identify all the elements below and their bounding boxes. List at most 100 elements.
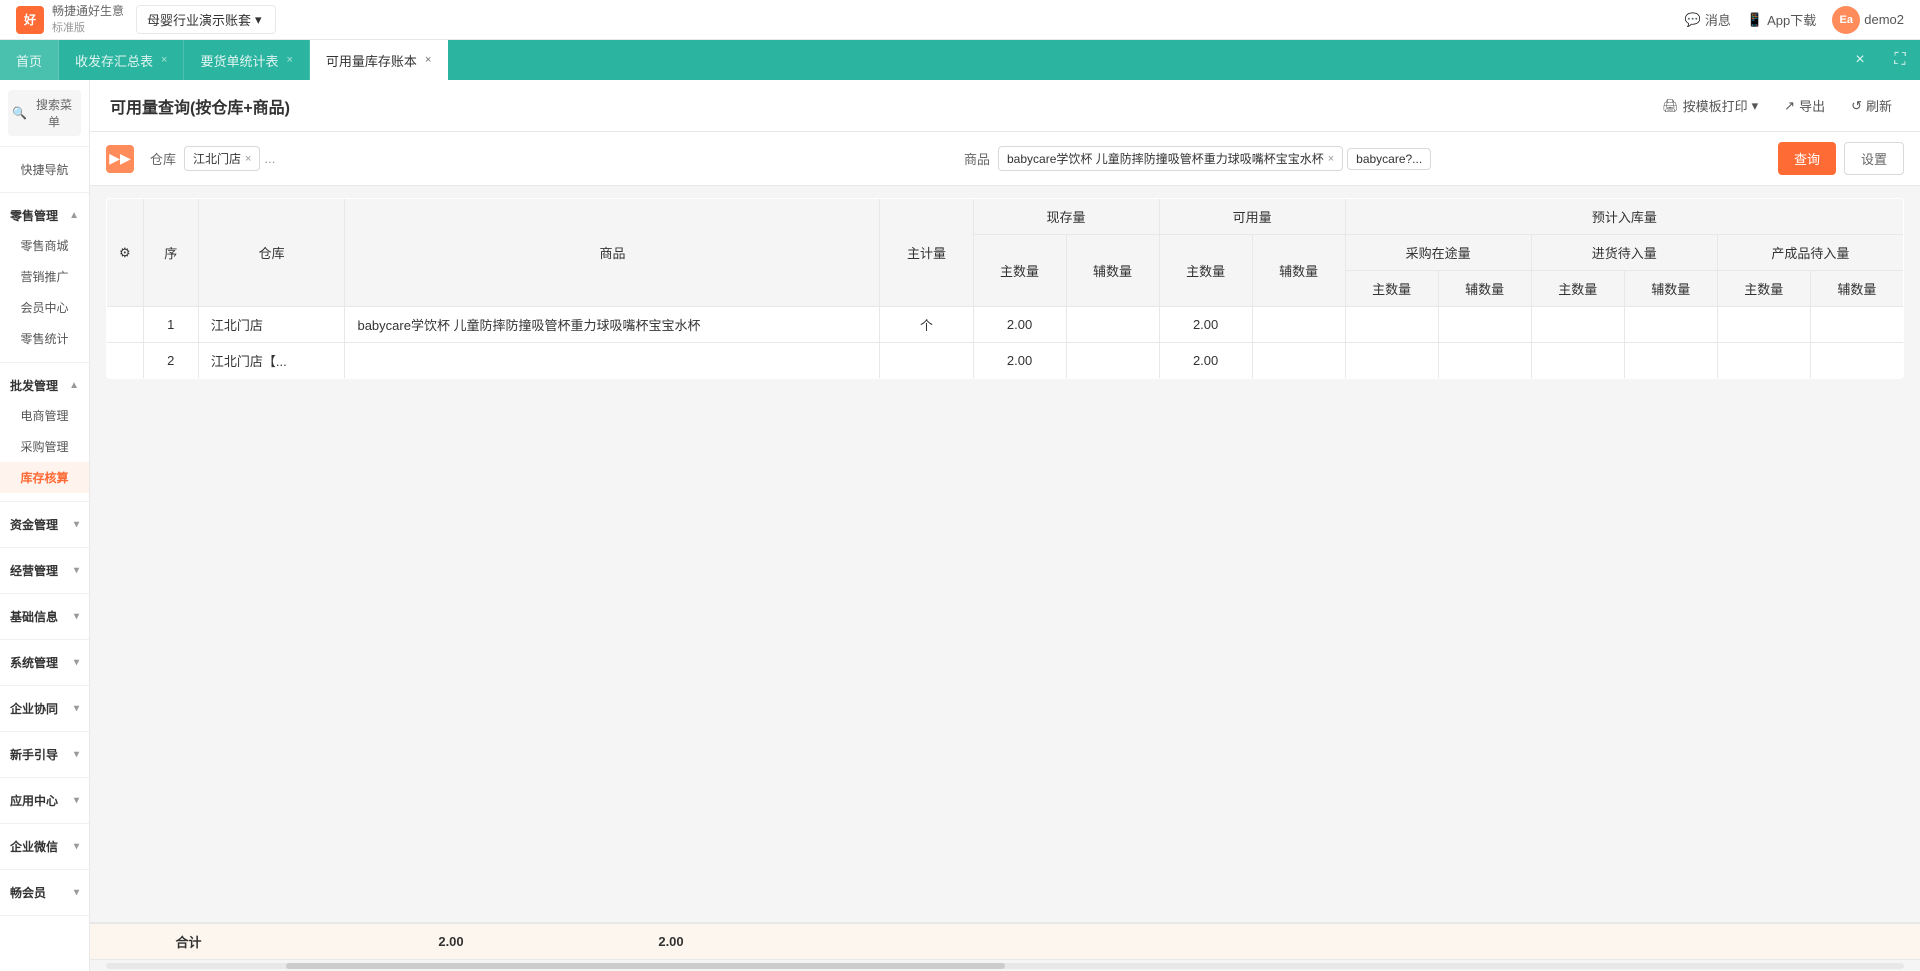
sidebar-section-vip-label: 畅会员 — [10, 884, 46, 901]
basic-info-arrow-icon: ▾ — [74, 611, 79, 622]
sidebar-section-system-header[interactable]: 系统管理 ▾ — [0, 648, 89, 677]
th-incoming-group: 进货待入量 — [1531, 235, 1717, 271]
horizontal-scrollbar[interactable] — [106, 963, 1904, 969]
sidebar-section-wholesale: 批发管理 ▲ 电商管理 采购管理 库存核算 — [0, 363, 89, 502]
sidebar-section-app-center-header[interactable]: 应用中心 ▾ — [0, 786, 89, 815]
tab-home[interactable]: 首页 — [0, 40, 59, 80]
industry-label: 母婴行业演示账套 — [147, 10, 251, 29]
table-footer: 合计 2.00 2.00 — [90, 922, 1920, 959]
th-product: 商品 — [345, 199, 880, 307]
finance-arrow-icon: ▾ — [74, 519, 79, 530]
sidebar-section-basic-info-header[interactable]: 基础信息 ▾ — [0, 602, 89, 631]
cell-production-aux-2 — [1810, 343, 1903, 379]
sidebar-item-inventory[interactable]: 库存核算 — [0, 462, 89, 493]
sidebar-item-member-center[interactable]: 会员中心 — [0, 292, 89, 323]
th-warehouse: 仓库 — [198, 199, 345, 307]
sidebar-item-quick-nav[interactable]: 快捷导航 — [0, 153, 89, 186]
sidebar-item-ecommerce[interactable]: 电商管理 — [0, 400, 89, 431]
scroll-thumb — [286, 963, 1005, 969]
print-template-button[interactable]: 🖨 按模板打印 ▾ — [1654, 92, 1766, 119]
filter-product-tag-1: babycare?... — [1347, 148, 1431, 170]
cell-production-aux-1 — [1810, 307, 1903, 343]
filter-toggle-button[interactable]: ▶▶ — [106, 145, 134, 173]
sidebar-section-operations: 经营管理 ▾ — [0, 548, 89, 594]
tab-receive-summary-close[interactable]: × — [161, 54, 167, 66]
sidebar-section-operations-header[interactable]: 经营管理 ▾ — [0, 556, 89, 585]
th-production-group: 产成品待入量 — [1717, 235, 1903, 271]
refresh-button[interactable]: ↺ 刷新 — [1843, 92, 1900, 119]
sidebar-section-enterprise-header[interactable]: 企业协同 ▾ — [0, 694, 89, 723]
sidebar-section-basic-info: 基础信息 ▾ — [0, 594, 89, 640]
sidebar-section-system-label: 系统管理 — [10, 654, 58, 671]
sidebar-section-guide-header[interactable]: 新手引导 ▾ — [0, 740, 89, 769]
tab-receive-summary-label: 收发存汇总表 — [75, 51, 153, 70]
sidebar-section-vip-header[interactable]: 畅会员 ▾ — [0, 878, 89, 907]
cell-production-main-2 — [1717, 343, 1810, 379]
scrollbar-area — [90, 959, 1920, 971]
tab-order-stats-close[interactable]: × — [286, 54, 292, 66]
filter-warehouse-more[interactable]: ... — [264, 151, 275, 166]
app-download-button[interactable]: 📱 App下载 — [1747, 10, 1816, 29]
sidebar-section-vip: 畅会员 ▾ — [0, 870, 89, 916]
tab-order-stats[interactable]: 要货单统计表 × — [184, 40, 309, 80]
cell-purchase-main-2 — [1345, 343, 1438, 379]
sidebar-item-retail-stats[interactable]: 零售统计 — [0, 323, 89, 354]
sidebar-section-guide: 新手引导 ▾ — [0, 732, 89, 778]
table-area: ⚙ 序 仓库 商品 主计量 现存量 可用量 预计入库量 主数量 辅数量 主数量 … — [90, 186, 1920, 922]
logo-area: 好 畅捷通好生意 标准版 — [16, 4, 124, 36]
sidebar-section-retail-header[interactable]: 零售管理 ▲ — [0, 201, 89, 230]
export-button[interactable]: ↗ 导出 — [1776, 92, 1833, 119]
th-stock-group: 现存量 — [973, 199, 1159, 235]
cell-stock-aux-2 — [1066, 343, 1159, 379]
sidebar-section-wholesale-header[interactable]: 批发管理 ▲ — [0, 371, 89, 400]
industry-selector[interactable]: 母婴行业演示账套 ▾ — [136, 5, 276, 34]
filter-product-tag-0-close[interactable]: × — [1328, 153, 1334, 165]
cell-settings-2 — [107, 343, 144, 379]
th-production-main: 主数量 — [1717, 271, 1810, 307]
tab-actions: × ⛶ — [1840, 40, 1920, 80]
tab-available-stock[interactable]: 可用量库存账本 × — [310, 40, 448, 80]
expand-button[interactable]: ⛶ — [1880, 40, 1920, 80]
filter-warehouse-tag-close[interactable]: × — [245, 153, 251, 165]
sidebar-section-wechat: 企业微信 ▾ — [0, 824, 89, 870]
sidebar-item-marketing[interactable]: 营销推广 — [0, 261, 89, 292]
th-settings[interactable]: ⚙ — [107, 199, 144, 307]
th-stock-main: 主数量 — [973, 235, 1066, 307]
retail-arrow-icon: ▲ — [69, 210, 79, 221]
settings-button[interactable]: 设置 — [1844, 142, 1904, 175]
th-production-aux: 辅数量 — [1810, 271, 1903, 307]
query-button[interactable]: 查询 — [1778, 142, 1836, 175]
filter-product-tag-0: babycare学饮杯 儿童防摔防撞吸管杯重力球吸嘴杯宝宝水杯 × — [998, 146, 1343, 171]
cell-warehouse-2: 江北门店【... — [198, 343, 345, 379]
th-stock-aux: 辅数量 — [1066, 235, 1159, 307]
sidebar-section-retail-label: 零售管理 — [10, 207, 58, 224]
main-layout: 🔍 搜索菜单 快捷导航 零售管理 ▲ 零售商城 营销推广 会员中心 零售统计 批… — [0, 80, 1920, 971]
sidebar-item-retail-mall[interactable]: 零售商城 — [0, 230, 89, 261]
close-all-tabs-button[interactable]: × — [1840, 40, 1880, 80]
sidebar-section-finance-header[interactable]: 资金管理 ▾ — [0, 510, 89, 539]
tab-available-stock-close[interactable]: × — [425, 54, 431, 66]
data-table: ⚙ 序 仓库 商品 主计量 现存量 可用量 预计入库量 主数量 辅数量 主数量 … — [106, 198, 1904, 379]
sidebar-nav: 快捷导航 — [0, 147, 89, 193]
sidebar-section-wechat-header[interactable]: 企业微信 ▾ — [0, 832, 89, 861]
filter-product-tag-text-0: babycare学饮杯 儿童防摔防撞吸管杯重力球吸嘴杯宝宝水杯 — [1007, 150, 1324, 167]
tab-receive-summary[interactable]: 收发存汇总表 × — [59, 40, 184, 80]
logo-icon: 好 — [16, 6, 44, 34]
cell-stock-aux-1 — [1066, 307, 1159, 343]
user-profile[interactable]: Ea demo2 — [1832, 6, 1904, 34]
cell-incoming-aux-1 — [1624, 307, 1717, 343]
cell-product-1: babycare学饮杯 儿童防摔防撞吸管杯重力球吸嘴杯宝宝水杯 — [345, 307, 880, 343]
sidebar-search-button[interactable]: 🔍 搜索菜单 — [8, 90, 81, 136]
cell-available-main-1: 2.00 — [1159, 307, 1252, 343]
operations-arrow-icon: ▾ — [74, 565, 79, 576]
cell-available-aux-2 — [1252, 343, 1345, 379]
message-label: 消息 — [1705, 10, 1731, 29]
content-area: 可用量查询(按仓库+商品) 🖨 按模板打印 ▾ ↗ 导出 ↺ 刷新 ▶▶ — [90, 80, 1920, 971]
print-dropdown-icon: ▾ — [1752, 98, 1759, 114]
cell-incoming-main-1 — [1531, 307, 1624, 343]
message-button[interactable]: 💬 消息 — [1685, 10, 1731, 29]
sidebar-item-purchase[interactable]: 采购管理 — [0, 431, 89, 462]
phone-icon: 📱 — [1747, 12, 1763, 28]
export-icon: ↗ — [1784, 98, 1795, 114]
sidebar-section-wechat-label: 企业微信 — [10, 838, 58, 855]
